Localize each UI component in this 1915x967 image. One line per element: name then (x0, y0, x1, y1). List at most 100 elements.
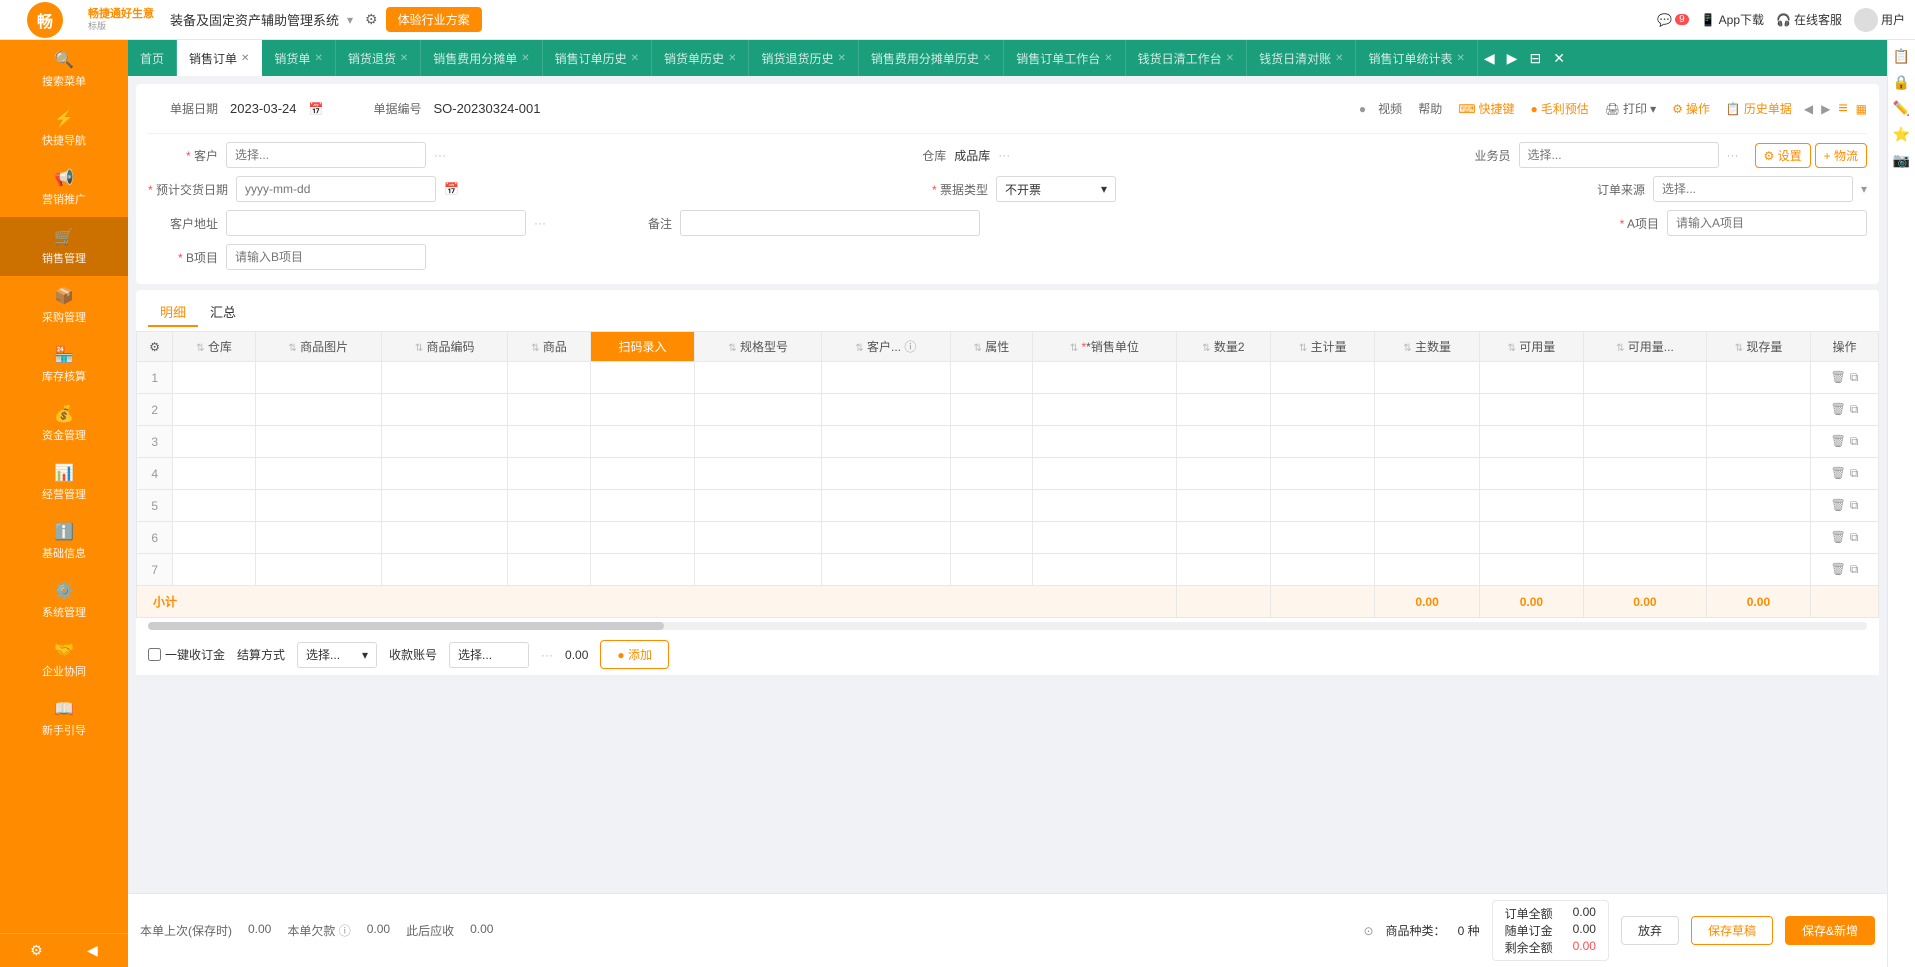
tab-sales-expense-close[interactable]: ✕ (521, 53, 529, 64)
tab-daily-reconcile[interactable]: 钱货日清对账 ✕ (1247, 40, 1356, 76)
settings-btn[interactable]: ⚙ 设置 (1755, 143, 1811, 168)
row-2-delete-icon[interactable]: 🗑 (1831, 402, 1846, 417)
tab-daily-workbench[interactable]: 钱货日清工作台 ✕ (1126, 40, 1247, 76)
order-source-input[interactable] (1653, 176, 1853, 202)
col-product-code[interactable]: ⇅ 商品编码 (381, 332, 507, 362)
table-scrollbar[interactable] (148, 622, 1867, 630)
row-3-copy-icon[interactable]: ⧉ (1850, 434, 1859, 449)
sidebar-item-inventory[interactable]: 🏪 库存核算 (0, 335, 128, 394)
tab-daily-workbench-close[interactable]: ✕ (1226, 53, 1234, 64)
row-1-available2[interactable] (1584, 362, 1707, 394)
tab-sales-order-close[interactable]: ✕ (241, 53, 249, 64)
row-2-spec[interactable] (695, 394, 821, 426)
col-spec[interactable]: ⇅ 规格型号 (695, 332, 821, 362)
account-select[interactable]: 选择... (449, 642, 529, 668)
tab-sales-stats[interactable]: 销售订单统计表 ✕ (1356, 40, 1477, 76)
shortcut-btn[interactable]: ⌨ 快捷键 (1454, 98, 1518, 119)
tab-sales-return-close[interactable]: ✕ (400, 53, 408, 64)
one-click-label[interactable]: 一键收订金 (148, 646, 225, 663)
print-btn[interactable]: 🖨 打印 ▾ (1601, 98, 1660, 119)
row-1-spec[interactable] (695, 362, 821, 394)
industry-btn[interactable]: 体验行业方案 (386, 7, 482, 32)
message-btn[interactable]: 💬 9 (1657, 13, 1689, 27)
gear-icon[interactable]: ⚙ (365, 11, 378, 28)
row-1-copy-icon[interactable]: ⧉ (1850, 370, 1859, 385)
col-customer-code[interactable]: ⇅ 客户... ⓘ (821, 332, 950, 362)
row-1-scan[interactable] (590, 362, 695, 394)
tab-sales-return[interactable]: 销货退货 ✕ (336, 40, 421, 76)
row-2-unit[interactable] (1033, 394, 1177, 426)
tab-prev-btn[interactable]: ◀ (1478, 50, 1501, 67)
system-selector[interactable]: 装备及固定资产辅助管理系统 ▾ (162, 10, 353, 29)
col-setting[interactable]: ⚙ (137, 332, 173, 362)
page-prev-icon[interactable]: ◀ (1804, 102, 1813, 116)
sidebar-item-purchase[interactable]: 📦 采购管理 (0, 276, 128, 335)
staff-dots[interactable]: ··· (1727, 148, 1739, 162)
row-5-action[interactable]: 🗑⧉ (1811, 490, 1879, 522)
row-1-unit[interactable] (1033, 362, 1177, 394)
col-warehouse[interactable]: ⇅ 仓库 (173, 332, 255, 362)
row-2-product[interactable] (508, 394, 590, 426)
row-2-action[interactable]: 🗑⧉ (1811, 394, 1879, 426)
tab-expense-history-close[interactable]: ✕ (983, 53, 991, 64)
row-2-attribute[interactable] (950, 394, 1032, 426)
sidebar-item-quicknav[interactable]: ⚡ 快捷导航 (0, 99, 128, 158)
history-btn[interactable]: 📋 历史单据 (1722, 98, 1796, 119)
row-4-copy-icon[interactable]: ⧉ (1850, 466, 1859, 481)
row-2-scan[interactable] (590, 394, 695, 426)
row-1-img[interactable] (255, 362, 381, 394)
tab-return-history[interactable]: 销货退货历史 ✕ (749, 40, 858, 76)
operate-btn[interactable]: ⚙ 操作 (1668, 98, 1714, 119)
profit-btn[interactable]: ● 毛利预估 (1527, 98, 1593, 119)
save-new-btn[interactable]: 保存&新增 (1785, 916, 1875, 945)
row-2-available[interactable] (1479, 394, 1583, 426)
row-1-customer-code[interactable] (821, 362, 950, 394)
delivery-input[interactable] (236, 176, 436, 202)
tab-daily-reconcile-close[interactable]: ✕ (1335, 53, 1343, 64)
col-stock[interactable]: ⇅ 现存量 (1706, 332, 1810, 362)
row-1-available[interactable] (1479, 362, 1583, 394)
sidebar-item-search[interactable]: 🔍 搜索菜单 (0, 40, 128, 99)
row-1-attribute[interactable] (950, 362, 1032, 394)
card-view-icon[interactable]: ▦ (1856, 102, 1867, 116)
row-1-main-qty[interactable] (1375, 362, 1479, 394)
tab-sales-order[interactable]: 销售订单 ✕ (177, 40, 262, 76)
row-2-qty2[interactable] (1176, 394, 1271, 426)
row-6-delete-icon[interactable]: 🗑 (1831, 530, 1846, 545)
row-4-action[interactable]: 🗑⧉ (1811, 458, 1879, 490)
delivery-calendar-icon[interactable]: 📅 (444, 182, 459, 196)
tab-slip-history[interactable]: 销货单历史 ✕ (652, 40, 749, 76)
col-attribute[interactable]: ⇅ 属性 (950, 332, 1032, 362)
tab-next-btn[interactable]: ▶ (1501, 50, 1524, 67)
row-2-main-unit[interactable] (1271, 394, 1375, 426)
warehouse-dots[interactable]: ··· (998, 148, 1010, 162)
row-3-delete-icon[interactable]: 🗑 (1831, 434, 1846, 449)
row-1-delete-icon[interactable]: 🗑 (1831, 370, 1846, 385)
b-project-input[interactable] (226, 244, 426, 270)
row-7-delete-icon[interactable]: 🗑 (1831, 562, 1846, 577)
row-6-action[interactable]: 🗑⧉ (1811, 522, 1879, 554)
sidebar-item-operations[interactable]: 📊 经营管理 (0, 453, 128, 512)
remark-input[interactable] (680, 210, 980, 236)
view-btn[interactable]: 视频 (1374, 98, 1406, 119)
tab-sales-order-history[interactable]: 销售订单历史 ✕ (543, 40, 652, 76)
a-project-input[interactable] (1667, 210, 1867, 236)
add-payment-btn[interactable]: ● 添加 (600, 640, 669, 669)
user-btn[interactable]: 用户 (1854, 8, 1905, 32)
tab-menu-btn[interactable]: ⊟ (1523, 50, 1547, 67)
app-download-btn[interactable]: 📱 App下载 (1701, 11, 1764, 28)
row-2-main-qty[interactable] (1375, 394, 1479, 426)
row-3-warehouse[interactable] (173, 426, 255, 458)
col-main-qty[interactable]: ⇅ 主数量 (1375, 332, 1479, 362)
col-qty2[interactable]: ⇅ 数量2 (1176, 332, 1271, 362)
row-2-customer-code[interactable] (821, 394, 950, 426)
invoice-type-select[interactable]: 不开票 ▾ (996, 176, 1116, 202)
col-product[interactable]: ⇅ 商品 (508, 332, 590, 362)
row-1-action[interactable]: 🗑⧉ (1811, 362, 1879, 394)
right-icon-edit[interactable]: ✏️ (1890, 96, 1914, 120)
discard-btn[interactable]: 放弃 (1621, 916, 1679, 945)
account-dots[interactable]: ··· (541, 648, 553, 662)
row-3-action[interactable]: 🗑⧉ (1811, 426, 1879, 458)
sidebar-item-marketing[interactable]: 📢 营销推广 (0, 158, 128, 217)
col-product-img[interactable]: ⇅ 商品图片 (255, 332, 381, 362)
